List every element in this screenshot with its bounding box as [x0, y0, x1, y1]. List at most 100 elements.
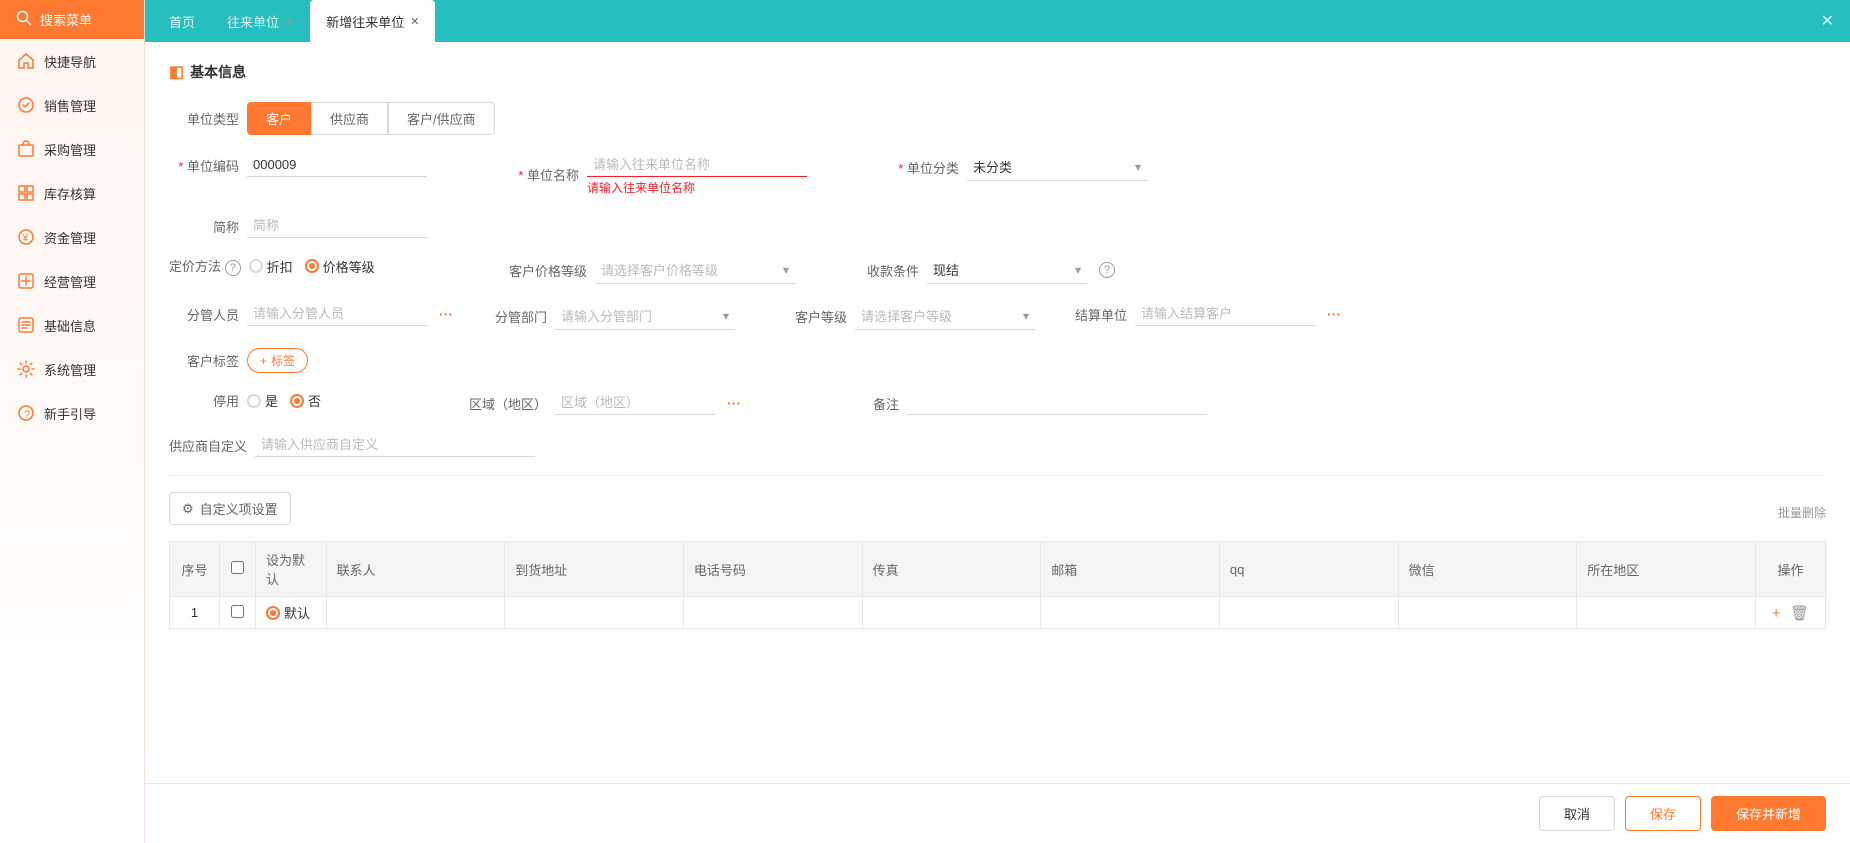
unit-type-group: 单位类型 客户 供应商 客户/供应商	[169, 102, 1826, 135]
unit-name-input[interactable]	[587, 153, 807, 177]
region-input[interactable]	[555, 391, 715, 415]
shortname-input[interactable]	[247, 214, 427, 238]
unit-code-group: * 单位编码	[169, 153, 469, 177]
batch-delete-button[interactable]: 批量删除	[1778, 504, 1826, 521]
settlement-more-button[interactable]: ···	[1323, 306, 1345, 322]
tab-new-contact-label: 新增往来单位	[326, 12, 404, 31]
tab-contacts-close[interactable]: ✕	[285, 15, 294, 28]
remark-input[interactable]	[907, 391, 1207, 415]
finance-icon: ¥	[16, 227, 36, 247]
col-fax: 传真	[862, 542, 1041, 597]
col-region: 所在地区	[1577, 542, 1756, 597]
tab-new-contact-close[interactable]: ✕	[410, 15, 419, 28]
form-content: ◧ 基本信息 单位类型 客户 供应商 客户/供应商 * 单位编码	[145, 42, 1850, 783]
radio-circle-discount	[249, 259, 263, 273]
cell-wechat[interactable]	[1398, 597, 1577, 629]
pricing-help-icon[interactable]: ?	[225, 260, 241, 276]
fax-input[interactable]	[873, 605, 1031, 620]
cell-check[interactable]	[220, 597, 256, 629]
unit-category-select[interactable]: 未分类 ▾	[967, 153, 1147, 181]
type-btn-customer[interactable]: 客户	[247, 102, 311, 135]
tab-new-contact[interactable]: 新增往来单位 ✕	[310, 0, 435, 42]
guide-icon: ?	[16, 403, 36, 423]
customer-level-chevron: ▾	[1023, 309, 1029, 323]
row-checkbox[interactable]	[231, 605, 244, 618]
department-select[interactable]: 请输入分管部门 ▾	[555, 302, 735, 330]
phone-input[interactable]	[694, 605, 852, 620]
save-new-button[interactable]: 保存并新增	[1711, 796, 1826, 831]
sidebar-item-sales[interactable]: 销售管理	[0, 83, 144, 127]
sidebar-item-inventory[interactable]: 库存核算	[0, 171, 144, 215]
type-btn-both[interactable]: 客户/供应商	[388, 102, 495, 135]
tab-contacts[interactable]: 往来单位 ✕	[211, 0, 310, 42]
delete-row-button[interactable]: 🗑	[1790, 605, 1809, 622]
sidebar-item-operation[interactable]: 经营管理	[0, 259, 144, 303]
sidebar-item-label: 新手引导	[44, 404, 96, 423]
disabled-radio-no[interactable]: 否	[290, 391, 321, 410]
remark-group: 备注	[829, 391, 1207, 415]
customer-level-select[interactable]: 请选择客户等级 ▾	[855, 302, 1035, 330]
cancel-button[interactable]: 取消	[1539, 796, 1615, 831]
search-menu[interactable]: 搜索菜单	[0, 0, 144, 39]
add-row-button[interactable]: +	[1772, 605, 1781, 622]
select-all-checkbox[interactable]	[231, 561, 244, 574]
qq-input[interactable]	[1230, 605, 1388, 620]
customer-price-level-label: 客户价格等级	[509, 261, 587, 280]
purchase-icon	[16, 139, 36, 159]
unit-type-label: 单位类型	[169, 109, 239, 128]
department-placeholder: 请输入分管部门	[561, 306, 652, 325]
sidebar-item-system[interactable]: 系统管理	[0, 347, 144, 391]
pricing-radio-level[interactable]: 价格等级	[305, 257, 375, 276]
col-qq: qq	[1219, 542, 1398, 597]
cell-address[interactable]	[505, 597, 684, 629]
close-all-tabs-button[interactable]: ✕	[1813, 11, 1842, 31]
address-input[interactable]	[515, 605, 673, 620]
supplier-custom-input[interactable]	[255, 433, 535, 457]
cell-qq[interactable]	[1219, 597, 1398, 629]
custom-settings-button[interactable]: ⚙ 自定义项设置	[169, 492, 291, 525]
pricing-radio-group: 折扣 价格等级	[249, 257, 375, 276]
payment-terms-chevron: ▾	[1075, 263, 1081, 277]
radio-circle-default	[266, 606, 280, 620]
inventory-icon	[16, 183, 36, 203]
pricing-radio-discount[interactable]: 折扣	[249, 257, 293, 276]
customer-price-level-select[interactable]: 请选择客户价格等级 ▾	[595, 256, 795, 284]
cell-seq: 1	[170, 597, 220, 629]
default-label: 默认	[284, 603, 310, 622]
region-table-input[interactable]	[1587, 605, 1745, 620]
region-more-button[interactable]: ···	[723, 395, 745, 411]
wechat-input[interactable]	[1409, 605, 1567, 620]
disabled-radio-yes[interactable]: 是	[247, 391, 278, 410]
sidebar-item-guide[interactable]: ? 新手引导	[0, 391, 144, 435]
home-icon	[16, 51, 36, 71]
payment-help-icon[interactable]: ?	[1099, 262, 1115, 278]
cell-region[interactable]	[1577, 597, 1756, 629]
cell-fax[interactable]	[862, 597, 1041, 629]
radio-label-no: 否	[308, 391, 321, 410]
payment-terms-select[interactable]: 现结 ▾	[927, 256, 1087, 284]
radio-label-discount: 折扣	[267, 257, 293, 276]
settlement-unit-input[interactable]	[1135, 302, 1315, 326]
sidebar-item-finance[interactable]: ¥ 资金管理	[0, 215, 144, 259]
default-radio-item[interactable]: 默认	[266, 603, 310, 622]
tab-home[interactable]: 首页	[153, 0, 211, 42]
sidebar-item-quick-nav[interactable]: 快捷导航	[0, 39, 144, 83]
radio-label-yes: 是	[265, 391, 278, 410]
sidebar: 搜索菜单 快捷导航 销售管理 采购管理	[0, 0, 145, 843]
cell-contact[interactable]	[326, 597, 505, 629]
sidebar-item-basic-info[interactable]: 基础信息	[0, 303, 144, 347]
cell-email[interactable]	[1041, 597, 1220, 629]
tab-home-label: 首页	[169, 12, 195, 31]
manager-more-button[interactable]: ···	[435, 306, 457, 322]
type-btn-supplier[interactable]: 供应商	[311, 102, 388, 135]
region-group: 区域（地区） ···	[469, 391, 789, 415]
contact-input[interactable]	[337, 605, 495, 620]
email-input[interactable]	[1051, 605, 1209, 620]
unit-code-input[interactable]	[247, 153, 427, 177]
pricing-row: 定价方法 ? 折扣 价格等级 客户价格等级 请选择客户价	[169, 256, 1826, 284]
save-button[interactable]: 保存	[1625, 796, 1701, 831]
add-tag-button[interactable]: + 标签	[247, 348, 308, 373]
manager-input[interactable]	[247, 302, 427, 326]
sidebar-item-purchase[interactable]: 采购管理	[0, 127, 144, 171]
cell-phone[interactable]	[683, 597, 862, 629]
